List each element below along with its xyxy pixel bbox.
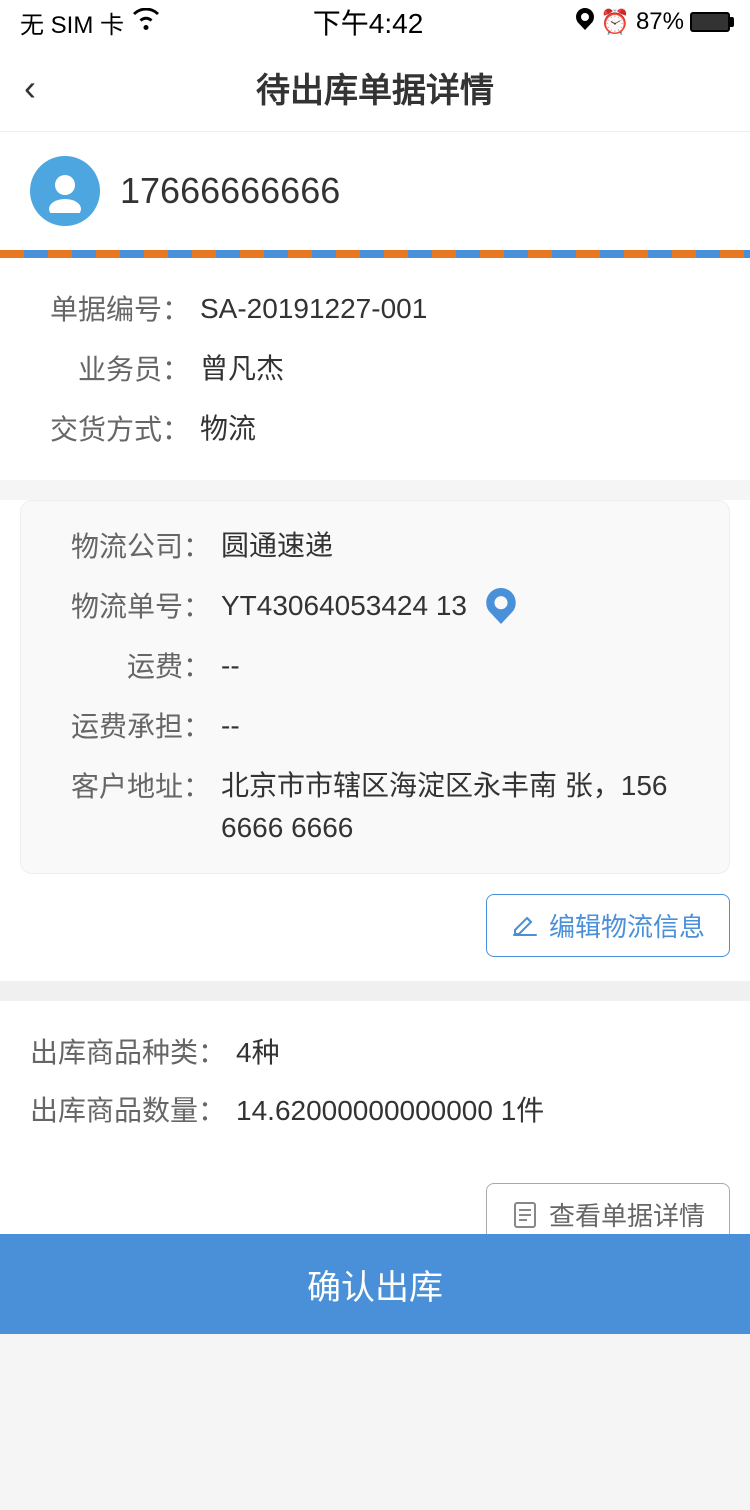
back-button[interactable]: ‹ [24,67,36,109]
freight-bear-label: 运费承担： [51,705,211,745]
order-no-value: SA-20191227-001 [200,288,720,330]
avatar [30,156,100,226]
delivery-value: 物流 [200,408,720,450]
order-no-row: 单据编号： SA-20191227-001 [30,288,720,330]
logistics-card: 物流公司： 圆通速递 物流单号： YT43064053424 13 运费： --… [20,500,730,874]
product-quantity-label: 出库商品数量： [30,1089,226,1129]
document-icon [511,1201,539,1229]
status-bar: 无 SIM 卡 下午4:42 ⏰ 87% [0,0,750,44]
address-row: 客户地址： 北京市市辖区海淀区永丰南 张，156 6666 6666 [51,765,699,849]
battery-percent: 87% [636,8,684,36]
sim-status: 无 SIM 卡 [20,5,124,40]
product-types-value: 4种 [236,1031,280,1071]
gray-separator [0,981,750,1001]
product-types-label: 出库商品种类： [30,1031,226,1071]
product-quantity-value: 14.62000000000000 1件 [236,1089,544,1129]
confirm-button-label: 确认出库 [307,1260,443,1309]
logistics-company-label: 物流公司： [51,525,211,565]
nav-bar: ‹ 待出库单据详情 [0,44,750,132]
freight-row: 运费： -- [51,645,699,687]
status-time: 下午4:42 [313,2,424,42]
product-section: 出库商品种类： 4种 出库商品数量： 14.62000000000000 1件 [0,1001,750,1159]
user-icon [43,169,87,213]
freight-value: -- [221,645,699,687]
alarm-icon: ⏰ [600,8,630,37]
logistics-company-row: 物流公司： 圆通速递 [51,525,699,567]
freight-bear-row: 运费承担： -- [51,705,699,747]
edit-btn-row: 编辑物流信息 [0,894,750,981]
freight-bear-value: -- [221,705,699,747]
confirm-button[interactable]: 确认出库 [0,1234,750,1334]
order-info-section: 单据编号： SA-20191227-001 业务员： 曾凡杰 交货方式： 物流 [0,258,750,480]
logistics-tracking-label: 物流单号： [51,585,211,625]
battery-icon [690,12,730,32]
tracking-location-icon[interactable] [483,588,519,624]
status-left: 无 SIM 卡 [20,5,160,40]
address-value: 北京市市辖区海淀区永丰南 张，156 6666 6666 [221,765,699,849]
agent-label: 业务员： [30,348,190,388]
phone-number: 17666666666 [120,170,340,212]
product-types-row: 出库商品种类： 4种 [30,1031,720,1071]
location-indicator [576,8,594,37]
phone-header: 17666666666 [0,132,750,250]
agent-row: 业务员： 曾凡杰 [30,348,720,390]
edit-logistics-button[interactable]: 编辑物流信息 [486,894,730,957]
edit-icon [511,912,539,940]
logistics-company-value: 圆通速递 [221,525,699,567]
dashed-divider [0,250,750,258]
order-no-label: 单据编号： [30,288,190,328]
wifi-icon [132,8,160,37]
page-title: 待出库单据详情 [256,63,494,112]
logistics-tracking-value: YT43064053424 13 [221,585,699,627]
agent-value: 曾凡杰 [200,348,720,390]
status-right: ⏰ 87% [576,8,730,37]
address-label: 客户地址： [51,765,211,805]
product-quantity-row: 出库商品数量： 14.62000000000000 1件 [30,1089,720,1129]
logistics-tracking-row: 物流单号： YT43064053424 13 [51,585,699,627]
delivery-row: 交货方式： 物流 [30,408,720,450]
delivery-label: 交货方式： [30,408,190,448]
freight-label: 运费： [51,645,211,685]
